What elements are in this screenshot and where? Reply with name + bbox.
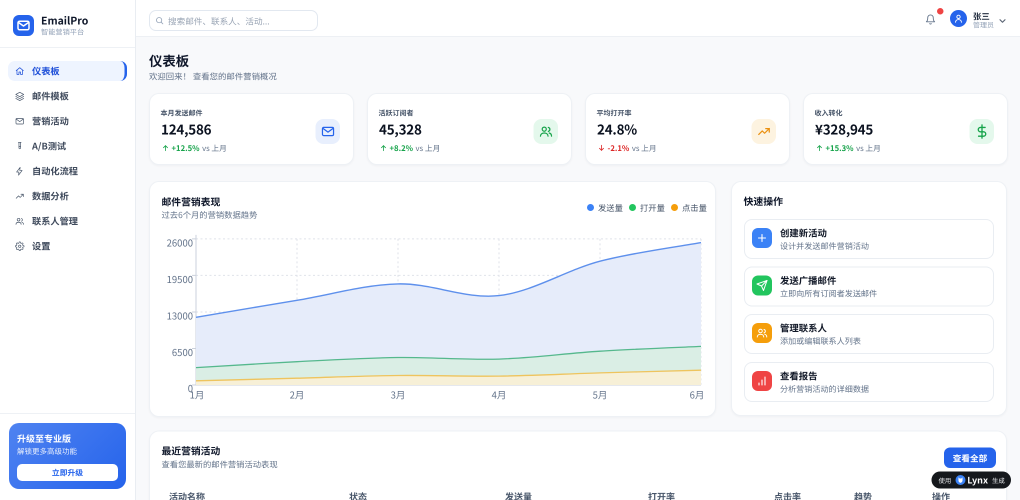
svg-text:1月: 1月 <box>190 388 205 402</box>
svg-text:26000: 26000 <box>167 236 193 250</box>
svg-text:5月: 5月 <box>593 388 608 402</box>
svg-text:2月: 2月 <box>290 388 305 402</box>
svg-text:6月: 6月 <box>690 388 705 402</box>
svg-text:6500: 6500 <box>172 345 193 359</box>
svg-text:4月: 4月 <box>492 388 507 402</box>
svg-text:3月: 3月 <box>391 388 406 402</box>
svg-text:19500: 19500 <box>167 272 193 286</box>
svg-text:13000: 13000 <box>167 309 193 323</box>
